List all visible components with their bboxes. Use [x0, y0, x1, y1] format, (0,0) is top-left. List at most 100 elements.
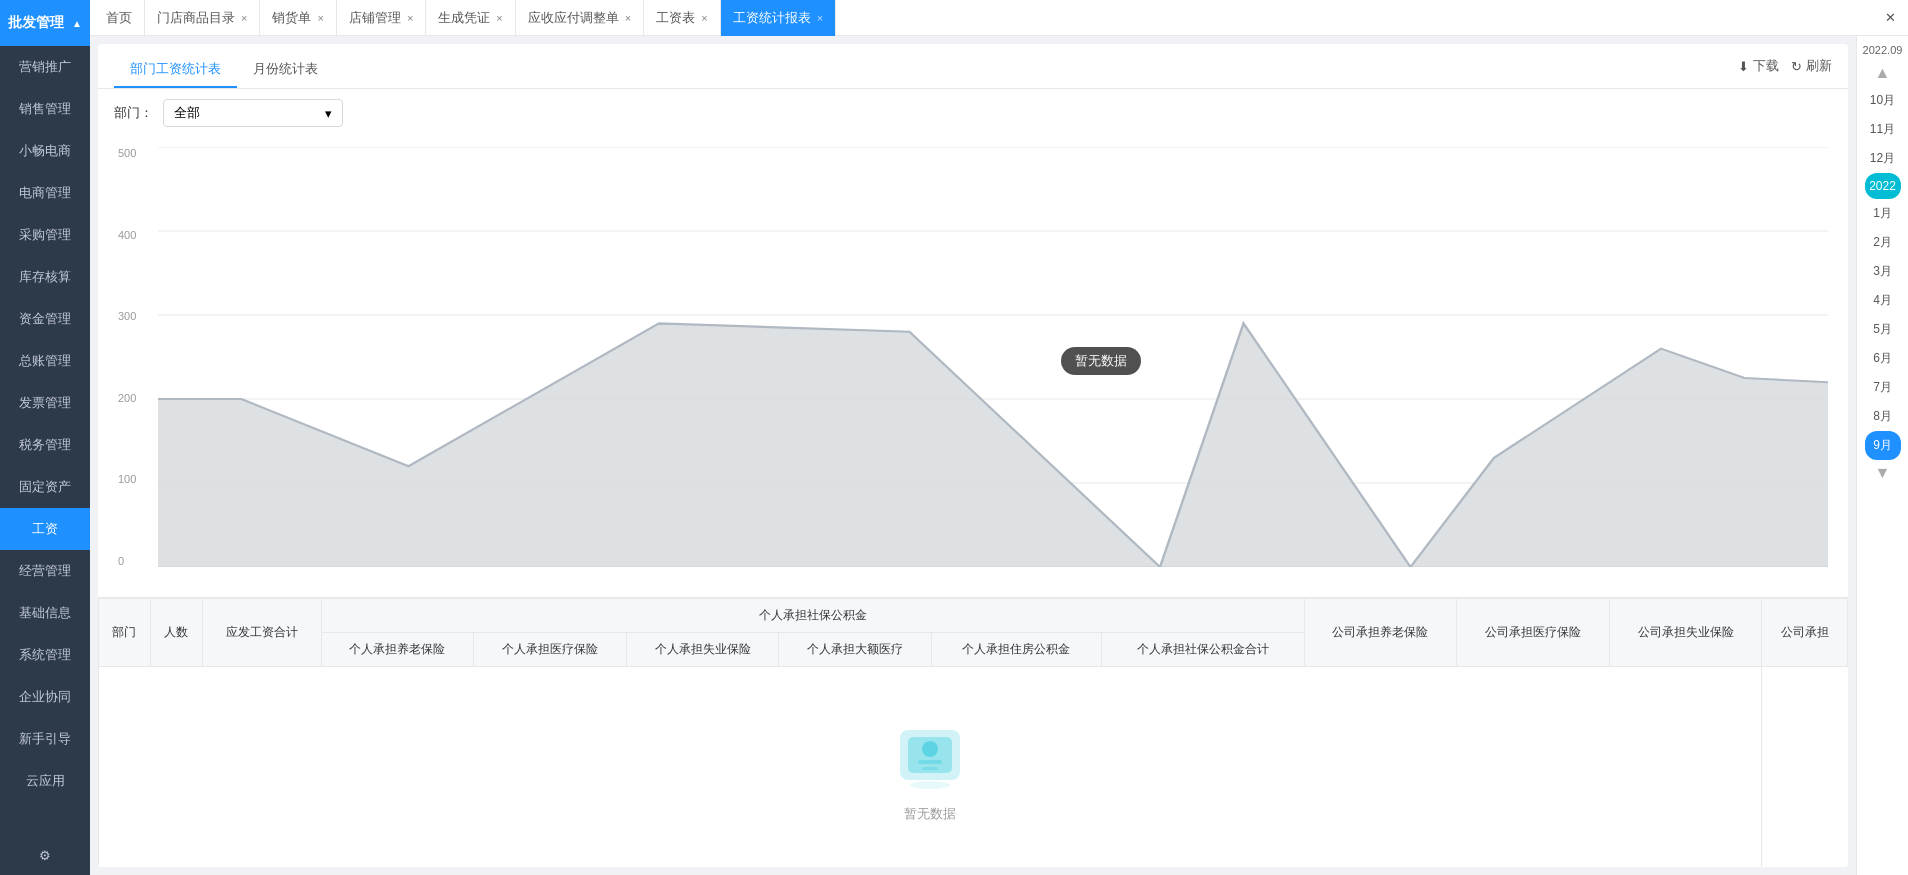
sidebar-item-工资[interactable]: 工资	[0, 508, 90, 550]
sidebar-item-销售管理[interactable]: 销售管理	[0, 88, 90, 130]
tab-生成凭证[interactable]: 生成凭证 ×	[426, 0, 515, 36]
tab-工资统计报表[interactable]: 工资统计报表 ×	[721, 0, 836, 36]
no-data-tooltip: 暂无数据	[1061, 347, 1141, 375]
tab-bar-end: ✕	[1885, 10, 1904, 25]
tab-close-icon[interactable]: ×	[407, 12, 413, 24]
sidebar-item-营销推广[interactable]: 营销推广	[0, 46, 90, 88]
filter-label: 部门：	[114, 104, 153, 122]
sidebar-item-电商管理[interactable]: 电商管理	[0, 172, 90, 214]
tab-close-icon[interactable]: ×	[496, 12, 502, 24]
sidebar-item-系统管理[interactable]: 系统管理	[0, 634, 90, 676]
tab-close-icon[interactable]: ×	[625, 12, 631, 24]
tab-工资表[interactable]: 工资表×	[644, 0, 720, 36]
sidebar-item-基础信息[interactable]: 基础信息	[0, 592, 90, 634]
sidebar-item-税务管理[interactable]: 税务管理	[0, 424, 90, 466]
tab-close-icon[interactable]: ×	[701, 12, 707, 24]
sidebar-item-经营管理[interactable]: 经营管理	[0, 550, 90, 592]
sidebar-item-总账管理[interactable]: 总账管理	[0, 340, 90, 382]
cal-month-7月[interactable]: 7月	[1865, 373, 1901, 402]
calendar-panel: 2022.09 ▲ 10月11月12月 2022 1月2月3月4月5月6月7月8…	[1856, 36, 1908, 875]
tab-店铺管理[interactable]: 店铺管理×	[337, 0, 426, 36]
tab-应收应付调整单[interactable]: 应收应付调整单 ×	[516, 0, 644, 36]
tab-label: 销货单	[272, 9, 311, 27]
sidebar-header[interactable]: 批发管理 ▲	[0, 0, 90, 46]
settings-icon: ⚙	[39, 848, 51, 863]
table-row: 暂无数据	[99, 667, 1848, 868]
empty-state: 暂无数据	[105, 675, 1755, 863]
col-count: 人数	[150, 599, 202, 667]
sidebar-arrow-icon: ▲	[72, 18, 82, 29]
tab-首页[interactable]: 首页	[94, 0, 145, 36]
y-label-100: 100	[118, 473, 136, 485]
tab-label: 首页	[106, 9, 132, 27]
sub-tab-月份统计表[interactable]: 月份统计表	[237, 52, 334, 88]
sidebar-settings[interactable]: ⚙	[0, 836, 90, 875]
y-label-400: 400	[118, 229, 136, 241]
tab-销货单[interactable]: 销货单 ×	[260, 0, 336, 36]
sidebar-item-库存核算[interactable]: 库存核算	[0, 256, 90, 298]
col-company-medical: 公司承担医疗保险	[1457, 599, 1610, 667]
svg-rect-10	[918, 760, 942, 764]
col-personal-medical: 个人承担医疗保险	[474, 633, 627, 667]
col-company-unemploy: 公司承担失业保险	[1609, 599, 1762, 667]
chart-y-axis: 500 400 300 200 100 0	[118, 147, 136, 567]
cal-down-nav[interactable]: ▼	[1871, 460, 1895, 486]
y-label-0: 0	[118, 555, 136, 567]
tab-label: 应收应付调整单	[528, 9, 619, 27]
cal-month-12月[interactable]: 12月	[1866, 144, 1899, 173]
cal-month-11月[interactable]: 11月	[1866, 115, 1899, 144]
col-personal-total: 个人承担社保公积金合计	[1101, 633, 1304, 667]
cal-month-4月[interactable]: 4月	[1865, 286, 1901, 315]
tab-close-icon[interactable]: ×	[817, 12, 823, 24]
chevron-down-icon: ▾	[325, 106, 332, 121]
sub-tab-部门工资统计表[interactable]: 部门工资统计表	[114, 52, 237, 88]
sub-tab-actions: ⬇ 下载 ↻ 刷新	[1738, 57, 1832, 83]
sidebar-item-资金管理[interactable]: 资金管理	[0, 298, 90, 340]
sidebar-item-发票管理[interactable]: 发票管理	[0, 382, 90, 424]
refresh-button[interactable]: ↻ 刷新	[1791, 57, 1832, 75]
col-personal-unemploy: 个人承担失业保险	[626, 633, 779, 667]
col-total-salary: 应发工资合计	[202, 599, 321, 667]
table-container[interactable]: 部门 人数 应发工资合计 个人承担社保公积金 公司承担养老保险 公司承担医疗保险…	[98, 597, 1848, 867]
svg-rect-11	[922, 767, 938, 770]
tab-label: 工资统计报表	[733, 9, 811, 27]
close-all-tabs-button[interactable]: ✕	[1885, 10, 1896, 25]
col-personal-header: 个人承担社保公积金	[321, 599, 1304, 633]
col-company-pension: 公司承担养老保险	[1304, 599, 1457, 667]
sidebar-item-云应用[interactable]: 云应用	[0, 760, 90, 802]
sidebar-item-小畅电商[interactable]: 小畅电商	[0, 130, 90, 172]
tab-门店商品目录[interactable]: 门店商品目录 ×	[145, 0, 260, 36]
cal-month-9月[interactable]: 9月	[1865, 431, 1901, 460]
col-dept: 部门	[99, 599, 151, 667]
cal-year-label[interactable]: 2022.09	[1861, 40, 1905, 60]
cal-month-10月[interactable]: 10月	[1866, 86, 1899, 115]
col-company-other: 公司承担	[1762, 599, 1848, 667]
cal-month-5月[interactable]: 5月	[1865, 315, 1901, 344]
main-area: 首页门店商品目录×销货单×店铺管理×生成凭证×应收应付调整单×工资表×工资统计报…	[90, 0, 1908, 875]
sidebar-item-固定资产[interactable]: 固定资产	[0, 466, 90, 508]
sidebar-item-企业协同[interactable]: 企业协同	[0, 676, 90, 718]
cal-up-nav[interactable]: ▲	[1871, 60, 1895, 86]
data-table: 部门 人数 应发工资合计 个人承担社保公积金 公司承担养老保险 公司承担医疗保险…	[98, 598, 1848, 867]
tab-close-icon[interactable]: ×	[241, 12, 247, 24]
cal-month-8月[interactable]: 8月	[1865, 402, 1901, 431]
cal-month-2月[interactable]: 2月	[1865, 228, 1901, 257]
tab-label: 门店商品目录	[157, 9, 235, 27]
refresh-label: 刷新	[1806, 57, 1832, 75]
sidebar-item-新手引导[interactable]: 新手引导	[0, 718, 90, 760]
chart-area: 500 400 300 200 100 0	[98, 137, 1848, 597]
cal-month-6月[interactable]: 6月	[1865, 344, 1901, 373]
department-select[interactable]: 全部 ▾	[163, 99, 343, 127]
tab-close-icon[interactable]: ×	[317, 12, 323, 24]
tab-label: 生成凭证	[438, 9, 490, 27]
cal-month-3月[interactable]: 3月	[1865, 257, 1901, 286]
svg-point-12	[910, 781, 950, 789]
cal-months-2022: 10月11月12月	[1866, 86, 1899, 173]
svg-point-9	[922, 741, 938, 757]
sidebar-item-采购管理[interactable]: 采购管理	[0, 214, 90, 256]
empty-text: 暂无数据	[904, 805, 956, 823]
download-button[interactable]: ⬇ 下载	[1738, 57, 1779, 75]
sidebar: 批发管理 ▲ 营销推广销售管理小畅电商电商管理采购管理库存核算资金管理总账管理发…	[0, 0, 90, 875]
cal-year-2022[interactable]: 2022	[1865, 173, 1901, 199]
cal-month-1月[interactable]: 1月	[1865, 199, 1901, 228]
